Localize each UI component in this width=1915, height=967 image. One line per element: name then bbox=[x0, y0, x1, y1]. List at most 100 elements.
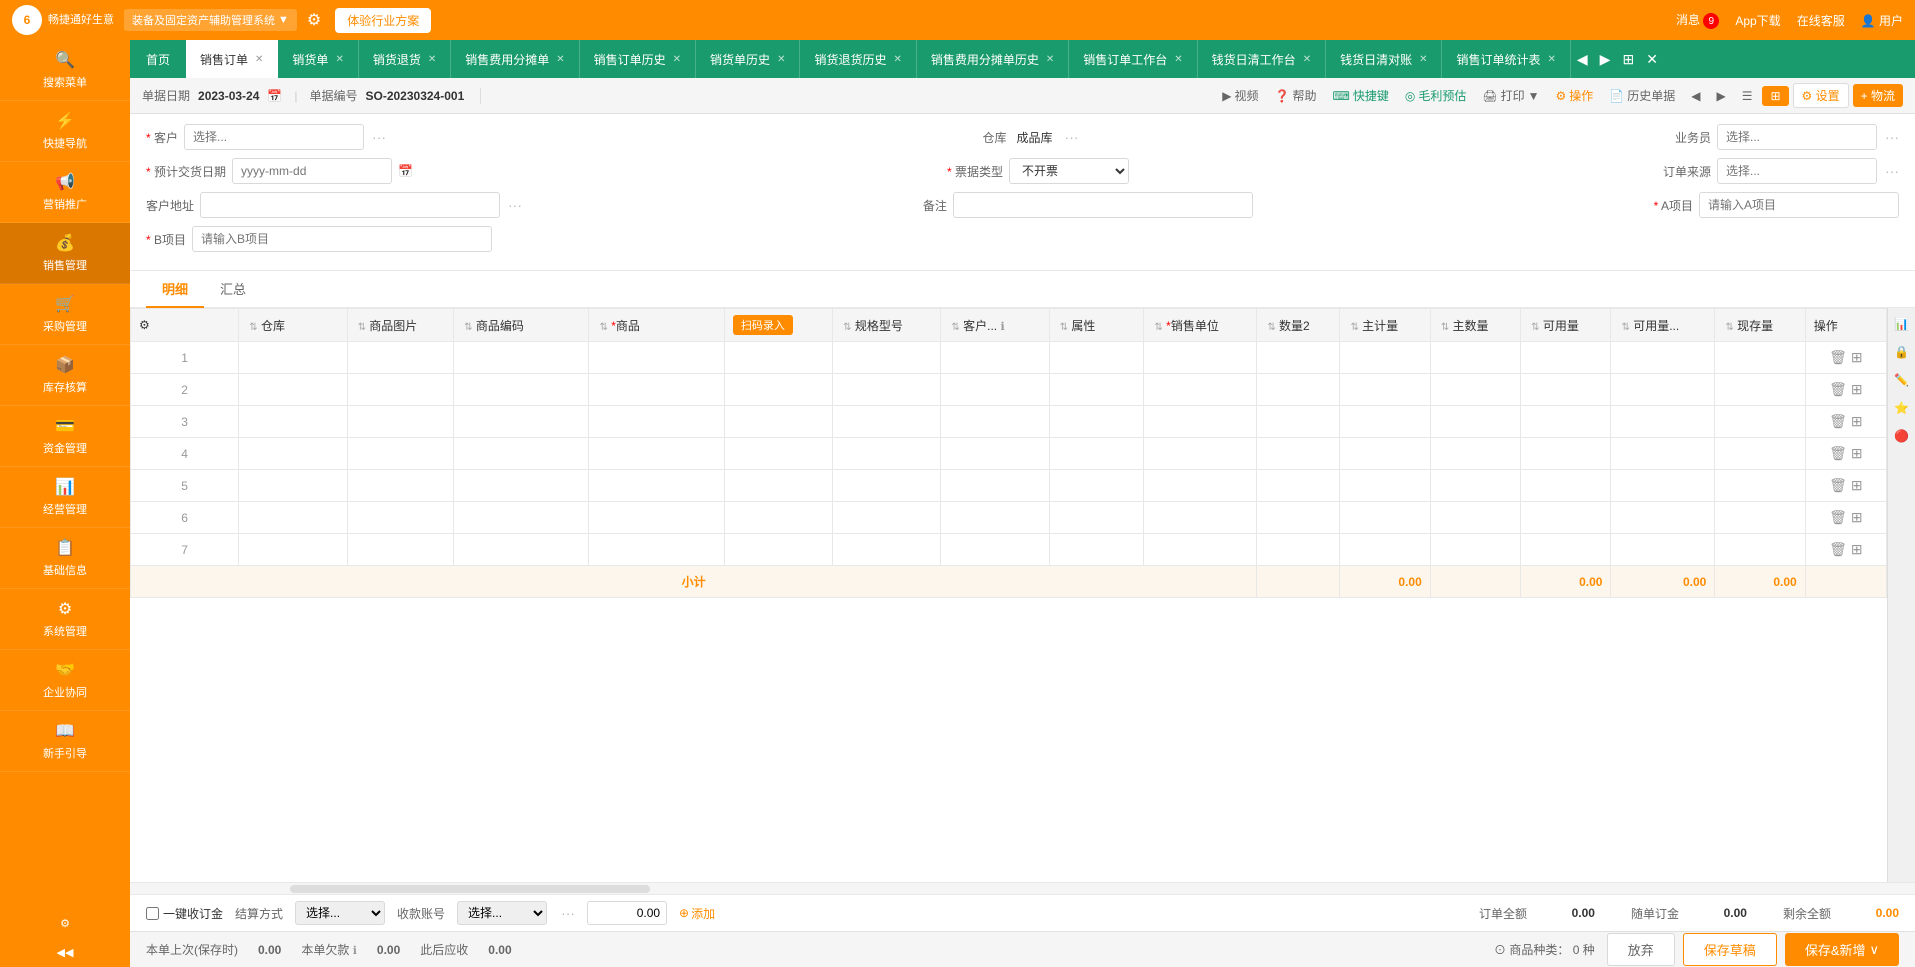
table-cell[interactable] bbox=[347, 406, 454, 438]
tab-expense-history[interactable]: 销售费用分摊单历史 ✕ bbox=[917, 40, 1069, 78]
table-cell[interactable] bbox=[1521, 406, 1611, 438]
table-cell[interactable] bbox=[454, 342, 589, 374]
table-cell[interactable] bbox=[1340, 374, 1430, 406]
table-cell[interactable] bbox=[347, 374, 454, 406]
right-panel-star-btn[interactable]: ⭐ bbox=[1890, 396, 1914, 420]
table-cell[interactable] bbox=[347, 502, 454, 534]
table-cell[interactable] bbox=[1430, 470, 1520, 502]
sidebar-item-finance[interactable]: 💳 资金管理 bbox=[0, 406, 130, 467]
row-delete-btn[interactable]: 🗑 bbox=[1829, 541, 1847, 558]
ops-btn[interactable]: ⚙ 操作 bbox=[1549, 85, 1599, 106]
tab-daily-reconcile[interactable]: 钱货日清对账 ✕ bbox=[1326, 40, 1442, 78]
table-cell[interactable] bbox=[589, 438, 724, 470]
customer-input[interactable] bbox=[184, 124, 364, 150]
grid-view-btn[interactable]: ☰ bbox=[1736, 87, 1759, 105]
table-cell[interactable] bbox=[1144, 406, 1257, 438]
table-cell[interactable] bbox=[1715, 438, 1805, 470]
th-main-qty[interactable]: ⇅ 主数量 bbox=[1430, 309, 1520, 342]
th-unit[interactable]: ⇅ *销售单位 bbox=[1144, 309, 1257, 342]
sidebar-item-operations[interactable]: 📊 经营管理 bbox=[0, 467, 130, 528]
tab-close-expense-history[interactable]: ✕ bbox=[1046, 54, 1054, 65]
table-cell[interactable] bbox=[454, 406, 589, 438]
tab-close-sales-goods[interactable]: ✕ bbox=[335, 54, 343, 65]
right-panel-edit-btn[interactable]: ✏️ bbox=[1890, 368, 1914, 392]
table-cell[interactable] bbox=[1715, 534, 1805, 566]
right-panel-alert-btn[interactable]: 🔴 bbox=[1890, 424, 1914, 448]
tab-order-history[interactable]: 销售订单历史 ✕ bbox=[580, 40, 696, 78]
th-avail2[interactable]: ⇅ 可用量... bbox=[1611, 309, 1715, 342]
customer-address-more-btn[interactable]: ··· bbox=[508, 197, 522, 213]
table-cell[interactable] bbox=[239, 374, 347, 406]
discard-btn[interactable]: 放弃 bbox=[1607, 933, 1675, 966]
tab-close-order-workbench[interactable]: ✕ bbox=[1174, 54, 1182, 65]
help-btn[interactable]: ❓ 帮助 bbox=[1269, 85, 1323, 106]
table-cell[interactable] bbox=[1257, 406, 1340, 438]
table-cell[interactable] bbox=[1430, 534, 1520, 566]
table-cell[interactable] bbox=[1521, 470, 1611, 502]
table-cell[interactable] bbox=[1715, 470, 1805, 502]
form-settings-btn[interactable]: ⚙ 设置 bbox=[1793, 83, 1849, 108]
table-cell[interactable] bbox=[1611, 342, 1715, 374]
table-cell[interactable] bbox=[454, 534, 589, 566]
table-cell[interactable] bbox=[589, 534, 724, 566]
order-source-more-btn[interactable]: ··· bbox=[1885, 163, 1899, 179]
row-delete-btn[interactable]: 🗑 bbox=[1829, 445, 1847, 462]
table-cell[interactable] bbox=[1521, 502, 1611, 534]
table-cell[interactable] bbox=[1257, 470, 1340, 502]
row-delete-btn[interactable]: 🗑 bbox=[1829, 381, 1847, 398]
remarks-input[interactable] bbox=[953, 192, 1253, 218]
table-cell[interactable] bbox=[833, 438, 941, 470]
warehouse-more-btn[interactable]: ··· bbox=[1065, 129, 1079, 145]
table-cell[interactable] bbox=[724, 470, 832, 502]
delivery-date-input[interactable] bbox=[232, 158, 392, 184]
table-cell[interactable] bbox=[1049, 374, 1144, 406]
table-cell[interactable] bbox=[347, 342, 454, 374]
table-cell[interactable] bbox=[724, 406, 832, 438]
row-delete-btn[interactable]: 🗑 bbox=[1829, 477, 1847, 494]
user-btn[interactable]: 👤 用户 bbox=[1861, 12, 1903, 29]
table-cell[interactable] bbox=[833, 342, 941, 374]
table-cell[interactable] bbox=[941, 470, 1049, 502]
table-cell[interactable] bbox=[833, 406, 941, 438]
table-cell[interactable] bbox=[1521, 374, 1611, 406]
table-cell[interactable] bbox=[1715, 406, 1805, 438]
table-cell[interactable] bbox=[454, 438, 589, 470]
th-stock[interactable]: ⇅ 现存量 bbox=[1715, 309, 1805, 342]
add-receipt-btn[interactable]: ⊕ 添加 bbox=[679, 905, 715, 922]
b-project-input[interactable] bbox=[192, 226, 492, 252]
table-cell[interactable] bbox=[724, 342, 832, 374]
table-cell[interactable] bbox=[941, 502, 1049, 534]
table-cell[interactable] bbox=[941, 342, 1049, 374]
row-delete-btn[interactable]: 🗑 bbox=[1829, 349, 1847, 366]
th-cust-code[interactable]: ⇅ 客户... ℹ bbox=[941, 309, 1049, 342]
table-cell[interactable] bbox=[941, 438, 1049, 470]
table-cell[interactable] bbox=[454, 470, 589, 502]
sidebar-item-purchase[interactable]: 🛒 采购管理 bbox=[0, 284, 130, 345]
table-cell[interactable] bbox=[347, 470, 454, 502]
tab-return-history[interactable]: 销货退货历史 ✕ bbox=[800, 40, 916, 78]
table-cell[interactable] bbox=[1611, 534, 1715, 566]
receipt-account-select[interactable]: 选择... bbox=[457, 901, 547, 925]
history-btn[interactable]: 📄 历史单据 bbox=[1603, 85, 1681, 106]
nav-left-btn[interactable]: ◀ bbox=[1685, 87, 1706, 105]
row-copy-btn[interactable]: ⊞ bbox=[1851, 509, 1863, 526]
th-main-unit[interactable]: ⇅ 主计量 bbox=[1340, 309, 1430, 342]
app-download-btn[interactable]: App下载 bbox=[1735, 12, 1780, 29]
save-new-btn[interactable]: 保存&新增 ∨ bbox=[1785, 933, 1899, 966]
right-panel-lock-btn[interactable]: 🔒 bbox=[1890, 340, 1914, 364]
table-cell[interactable] bbox=[589, 406, 724, 438]
tab-daily-workbench[interactable]: 钱货日清工作台 ✕ bbox=[1198, 40, 1326, 78]
amount-input[interactable] bbox=[587, 901, 667, 925]
row-copy-btn[interactable]: ⊞ bbox=[1851, 349, 1863, 366]
tab-close-order-stats[interactable]: ✕ bbox=[1548, 54, 1556, 65]
th-scan[interactable]: 扫码录入 bbox=[724, 309, 832, 342]
table-cell[interactable] bbox=[1049, 406, 1144, 438]
table-cell[interactable] bbox=[941, 534, 1049, 566]
sidebar-item-sales[interactable]: 💰 销售管理 bbox=[0, 223, 130, 284]
sidebar-item-basic[interactable]: 📋 基础信息 bbox=[0, 528, 130, 589]
sidebar-item-system[interactable]: ⚙ 系统管理 bbox=[0, 589, 130, 650]
print-btn[interactable]: 🖨 打印 ▼ bbox=[1476, 85, 1545, 106]
table-cell[interactable] bbox=[1144, 470, 1257, 502]
tab-next-btn[interactable]: ▶ bbox=[1594, 51, 1617, 68]
salesperson-input[interactable] bbox=[1717, 124, 1877, 150]
